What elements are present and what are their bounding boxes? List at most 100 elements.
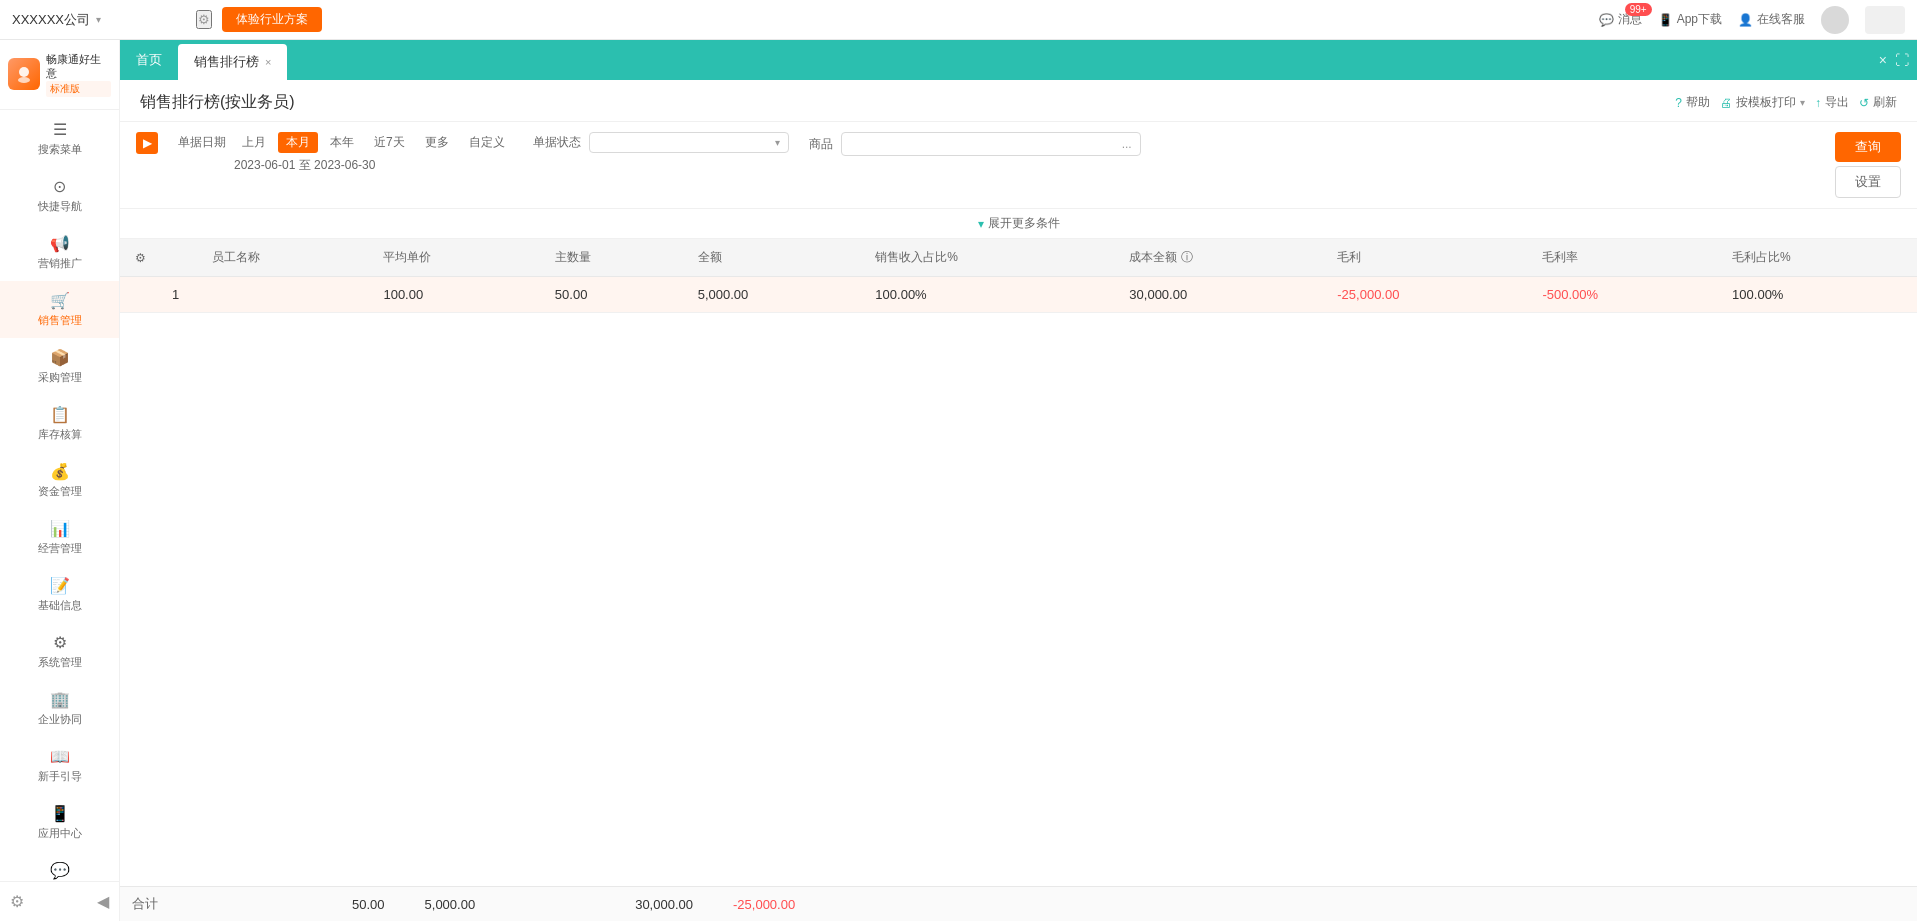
sidebar-item-enterprise[interactable]: 🏢 企业协同	[0, 680, 119, 737]
row-avg-price-cell: 100.00	[371, 277, 542, 313]
col-sales-pct: 销售收入占比%	[863, 239, 1117, 277]
sidebar-label-guide: 新手引导	[38, 769, 82, 784]
row-sales-pct-cell: 100.00%	[863, 277, 1117, 313]
col-settings[interactable]: ⚙	[120, 239, 160, 277]
status-label: 单据状态	[533, 134, 581, 151]
sidebar-collapse-icon[interactable]: ◀	[97, 892, 109, 911]
sidebar-item-system[interactable]: ⚙ 系统管理	[0, 623, 119, 680]
marketing-icon: 📢	[50, 234, 70, 253]
sidebar-label-basic: 基础信息	[38, 598, 82, 613]
sidebar-item-search[interactable]: ☰ 搜索菜单	[0, 110, 119, 167]
sidebar-nav: ☰ 搜索菜单 ⊙ 快捷导航 📢 营销推广 🛒 销售管理 📦 采购管理 📋 库	[0, 110, 119, 881]
goods-more-icon: ...	[1122, 137, 1132, 151]
sidebar-item-sales[interactable]: 🛒 销售管理	[0, 281, 119, 338]
table-header-row: ⚙ 员工名称 平均单价 主数量	[120, 239, 1917, 277]
tab-home[interactable]: 首页	[120, 40, 178, 80]
row-qty-cell: 50.00	[543, 277, 686, 313]
logo-text-area: 畅康通好生意 标准版	[46, 52, 111, 97]
row-rank-cell: 1	[160, 277, 200, 313]
shortcut-icon: ⊙	[53, 177, 66, 196]
settings-icon[interactable]: ⚙	[196, 10, 212, 29]
trial-button[interactable]: 体验行业方案	[222, 7, 322, 32]
tab-expand-icon[interactable]: ⛶	[1895, 52, 1909, 68]
app-icon: 📱	[1658, 13, 1673, 27]
avatar[interactable]	[1821, 6, 1849, 34]
expand-conditions-btn[interactable]: ▾ 展开更多条件	[978, 215, 1060, 232]
date-year-btn[interactable]: 本年	[322, 132, 362, 153]
sidebar-item-inventory[interactable]: 📋 库存核算	[0, 395, 119, 452]
tab-close-icon[interactable]: ×	[265, 56, 271, 68]
goods-filter-group: 商品 ...	[809, 132, 1141, 156]
sidebar-item-marketing[interactable]: 📢 营销推广	[0, 224, 119, 281]
date-current-month-btn[interactable]: 本月	[278, 132, 318, 153]
search-menu-icon: ☰	[53, 120, 67, 139]
sidebar-label-system: 系统管理	[38, 655, 82, 670]
sidebar-label-search: 搜索菜单	[38, 142, 82, 157]
service-label: 在线客服	[1757, 11, 1805, 28]
sidebar-bottom: ⚙ ◀	[0, 881, 119, 921]
sidebar-item-shortcut[interactable]: ⊙ 快捷导航	[0, 167, 119, 224]
online-service-button[interactable]: 👤 在线客服	[1738, 11, 1805, 28]
sidebar-item-appstore[interactable]: 📱 应用中心	[0, 794, 119, 851]
table-area: ⚙ 员工名称 平均单价 主数量	[120, 239, 1917, 886]
tab-close-window-icon[interactable]: ×	[1879, 52, 1887, 68]
page-content: 销售排行榜(按业务员) ? 帮助 🖨 按模板打印 ▾ ↑ 导出	[120, 80, 1917, 921]
sidebar-label-shortcut: 快捷导航	[38, 199, 82, 214]
tab-sales-ranking[interactable]: 销售排行榜 ×	[178, 44, 287, 80]
col-amount: 全额	[686, 239, 864, 277]
row-sales-pct: 100.00%	[875, 287, 926, 302]
table-footer: 合计 50.00 5,000.00 30,000.00 -25,000.00	[120, 886, 1917, 921]
message-button[interactable]: 💬 消息 99+	[1599, 11, 1642, 28]
help-button[interactable]: ? 帮助	[1675, 94, 1710, 111]
row-cost-cell: 30,000.00	[1117, 277, 1325, 313]
sidebar-label-marketing: 营销推广	[38, 256, 82, 271]
sidebar-item-wechat[interactable]: 💬 企业微信	[0, 851, 119, 881]
sidebar-item-guide[interactable]: 📖 新手引导	[0, 737, 119, 794]
filter-collapse-btn[interactable]: ▶	[136, 132, 158, 154]
sidebar-item-purchase[interactable]: 📦 采购管理	[0, 338, 119, 395]
date-prev-month-btn[interactable]: 上月	[234, 132, 274, 153]
row-gross-rate: -500.00%	[1542, 287, 1598, 302]
tab-home-label: 首页	[136, 51, 162, 69]
status-select[interactable]: ▾	[589, 132, 789, 153]
expand-bar[interactable]: ▾ 展开更多条件	[120, 209, 1917, 239]
col-employee-name: 员工名称	[200, 239, 371, 277]
company-dropdown-arrow: ▾	[96, 14, 101, 25]
row-amount: 5,000.00	[698, 287, 749, 302]
sidebar-label-purchase: 采购管理	[38, 370, 82, 385]
print-dropdown-arrow: ▾	[1800, 97, 1805, 108]
date-filter-row: 单据日期 上月 本月 本年 近7天 更多 自定义	[178, 132, 513, 153]
tab-bar: 首页 销售排行榜 × × ⛶	[120, 40, 1917, 80]
message-badge: 99+	[1625, 3, 1652, 16]
row-avg-price: 100.00	[383, 287, 423, 302]
table-body: 1 100.00 50.00	[120, 277, 1917, 313]
refresh-icon: ↺	[1859, 96, 1869, 110]
footer-qty: 50.00	[352, 897, 385, 912]
row-gross-rate-cell: -500.00%	[1530, 277, 1720, 313]
goods-input[interactable]: ...	[841, 132, 1141, 156]
svg-point-0	[19, 67, 29, 77]
app-download-button[interactable]: 📱 App下载	[1658, 11, 1722, 28]
inventory-icon: 📋	[50, 405, 70, 424]
template-print-button[interactable]: 🖨 按模板打印 ▾	[1720, 94, 1805, 111]
sidebar-item-operation[interactable]: 📊 经营管理	[0, 509, 119, 566]
export-icon: ↑	[1815, 96, 1821, 110]
query-button[interactable]: 查询	[1835, 132, 1901, 162]
date-custom-btn[interactable]: 自定义	[461, 132, 513, 153]
date-more-btn[interactable]: 更多	[417, 132, 457, 153]
message-icon: 💬	[1599, 13, 1614, 27]
refresh-button[interactable]: ↺ 刷新	[1859, 94, 1897, 111]
page-header: 销售排行榜(按业务员) ? 帮助 🖨 按模板打印 ▾ ↑ 导出	[120, 80, 1917, 122]
system-icon: ⚙	[53, 633, 67, 652]
sidebar-item-basic[interactable]: 📝 基础信息	[0, 566, 119, 623]
sidebar-settings-icon[interactable]: ⚙	[10, 892, 24, 911]
export-button[interactable]: ↑ 导出	[1815, 94, 1849, 111]
company-selector[interactable]: XXXXXX公司 ▾	[12, 11, 192, 29]
date-7days-btn[interactable]: 近7天	[366, 132, 413, 153]
sidebar-item-finance[interactable]: 💰 资金管理	[0, 452, 119, 509]
tab-bar-right: × ⛶	[1879, 52, 1917, 68]
col-qty: 主数量	[543, 239, 686, 277]
svg-point-1	[18, 77, 30, 83]
filter-settings-button[interactable]: 设置	[1835, 166, 1901, 198]
appstore-icon: 📱	[50, 804, 70, 823]
